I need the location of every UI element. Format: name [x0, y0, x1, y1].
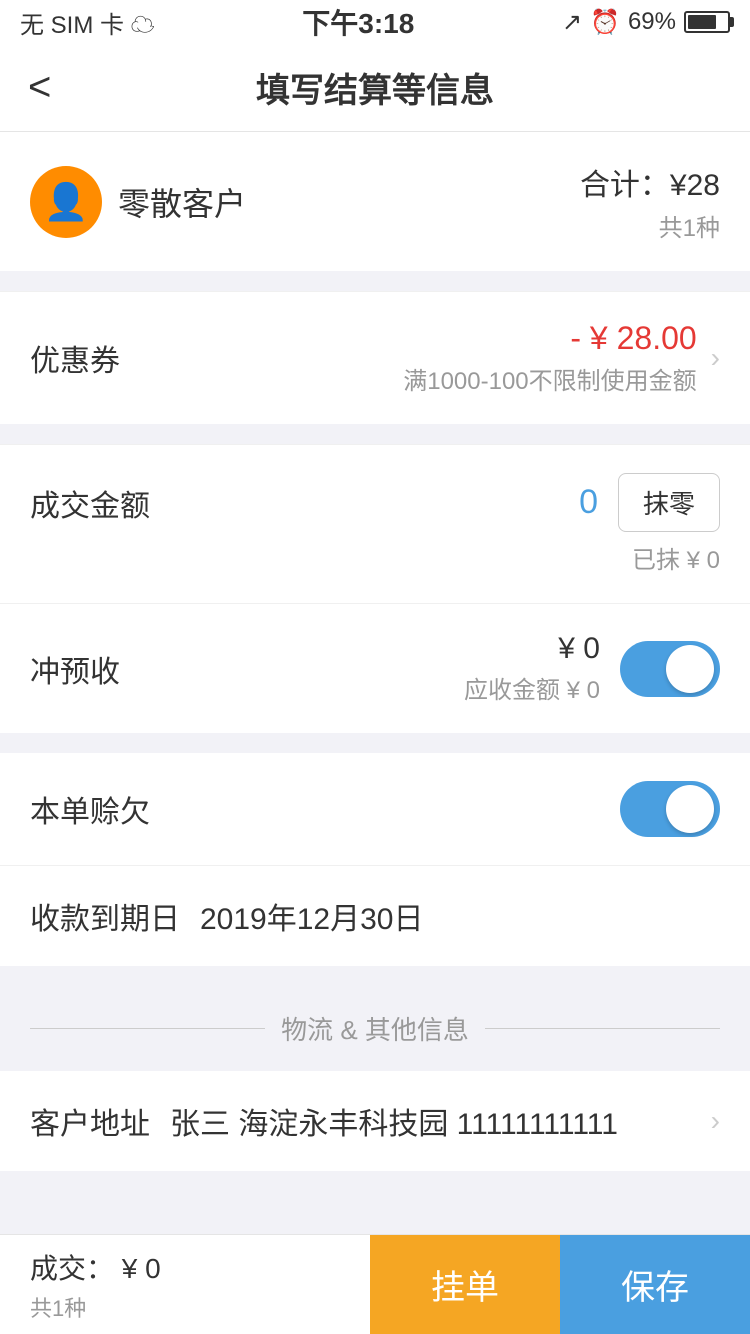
amount-section: 成交金额 0 抹零 已抹 ¥ 0 冲预收 ¥ 0 应收金额 ¥ 0 — [0, 444, 750, 733]
bottom-bar: 成交： ¥ 0 共1种 挂单 保存 — [0, 1234, 750, 1334]
address-section: 客户地址 张三 海淀永丰科技园 11111111111 › — [0, 1071, 750, 1171]
credit-toggle-knob — [666, 785, 714, 833]
nav-bar: < 填写结算等信息 — [0, 44, 750, 132]
avatar: 👤 — [30, 166, 102, 238]
address-label: 客户地址 — [30, 1099, 150, 1143]
transaction-amount-value[interactable]: 0 — [538, 483, 598, 522]
prepayment-label: 冲预收 — [30, 647, 120, 691]
address-row[interactable]: 客户地址 张三 海淀永丰科技园 11111111111 › — [0, 1071, 750, 1171]
bottom-transaction-value: ¥ 0 — [122, 1253, 161, 1284]
prepayment-values: ¥ 0 应收金额 ¥ 0 — [464, 632, 600, 705]
save-button[interactable]: 保存 — [560, 1235, 750, 1334]
battery-label: 69% — [628, 8, 676, 36]
prepayment-amount: ¥ 0 — [464, 632, 600, 666]
coupon-discount: - ¥ 28.00 — [403, 320, 696, 357]
prepayment-toggle[interactable] — [620, 641, 720, 697]
total-price: 合计：¥28 — [580, 160, 720, 204]
prepayment-right: ¥ 0 应收金额 ¥ 0 — [464, 632, 720, 705]
prepayment-sub: 应收金额 ¥ 0 — [464, 670, 600, 705]
logistics-header-label: 物流 & 其他信息 — [281, 1010, 469, 1047]
due-date-value[interactable]: 2019年12月30日 — [200, 894, 423, 938]
status-time: 下午3:18 — [302, 2, 414, 42]
due-date-row: 收款到期日 2019年12月30日 — [0, 865, 750, 966]
amount-row: 成交金额 0 抹零 — [30, 473, 720, 532]
location-icon: ↗ — [562, 8, 582, 37]
due-date-label: 收款到期日 — [30, 894, 180, 938]
credit-row: 本单赊欠 — [0, 753, 750, 865]
toggle-knob — [666, 645, 714, 693]
customer-row: 👤 零散客户 合计：¥28 共1种 — [0, 132, 750, 271]
logistics-header: 物流 & 其他信息 — [0, 986, 750, 1071]
coupon-label: 优惠券 — [30, 336, 120, 380]
bottom-info: 成交： ¥ 0 共1种 — [0, 1235, 370, 1334]
transaction-amount-row: 成交金额 0 抹零 已抹 ¥ 0 — [0, 444, 750, 603]
address-chevron-icon: › — [711, 1105, 720, 1137]
sim-label: 无 SIM 卡 ☁ — [20, 5, 155, 40]
battery-icon — [684, 11, 730, 33]
back-button[interactable]: < — [28, 65, 51, 110]
coupon-right: - ¥ 28.00 满1000-100不限制使用金额 › — [403, 320, 720, 396]
bottom-transaction: 成交： ¥ 0 — [30, 1247, 340, 1287]
status-bar: 无 SIM 卡 ☁ 下午3:18 ↗ ⏰ 69% — [0, 0, 750, 44]
round-down-button[interactable]: 抹零 — [618, 473, 720, 532]
amount-sub-label: 已抹 ¥ 0 — [30, 540, 720, 575]
coupon-values: - ¥ 28.00 满1000-100不限制使用金额 — [403, 320, 696, 396]
avatar-icon: 👤 — [44, 181, 89, 223]
customer-right: 合计：¥28 共1种 — [580, 160, 720, 243]
customer-left: 👤 零散客户 — [30, 166, 246, 238]
amount-input-area: 0 抹零 — [538, 473, 720, 532]
coupon-description: 满1000-100不限制使用金额 — [403, 361, 696, 396]
status-right: ↗ ⏰ 69% — [562, 8, 730, 37]
chevron-right-icon: › — [711, 342, 720, 374]
transaction-amount-label: 成交金额 — [30, 481, 150, 525]
customer-section: 👤 零散客户 合计：¥28 共1种 — [0, 132, 750, 271]
address-value: 张三 海淀永丰科技园 11111111111 — [170, 1099, 618, 1143]
status-left: 无 SIM 卡 ☁ — [20, 5, 155, 40]
prepayment-row: 冲预收 ¥ 0 应收金额 ¥ 0 — [0, 603, 750, 733]
hang-order-button[interactable]: 挂单 — [370, 1235, 560, 1334]
coupon-row[interactable]: 优惠券 - ¥ 28.00 满1000-100不限制使用金额 › — [0, 291, 750, 424]
coupon-section: 优惠券 - ¥ 28.00 满1000-100不限制使用金额 › — [0, 291, 750, 424]
bottom-transaction-label: 成交： — [30, 1253, 114, 1284]
credit-section: 本单赊欠 收款到期日 2019年12月30日 — [0, 753, 750, 966]
alarm-icon: ⏰ — [590, 8, 620, 37]
bottom-count: 共1种 — [30, 1291, 340, 1323]
total-count: 共1种 — [580, 208, 720, 243]
page-title: 填写结算等信息 — [256, 63, 494, 112]
credit-toggle[interactable] — [620, 781, 720, 837]
address-left: 客户地址 张三 海淀永丰科技园 11111111111 — [30, 1099, 618, 1143]
customer-name: 零散客户 — [118, 179, 246, 225]
credit-label: 本单赊欠 — [30, 787, 150, 831]
